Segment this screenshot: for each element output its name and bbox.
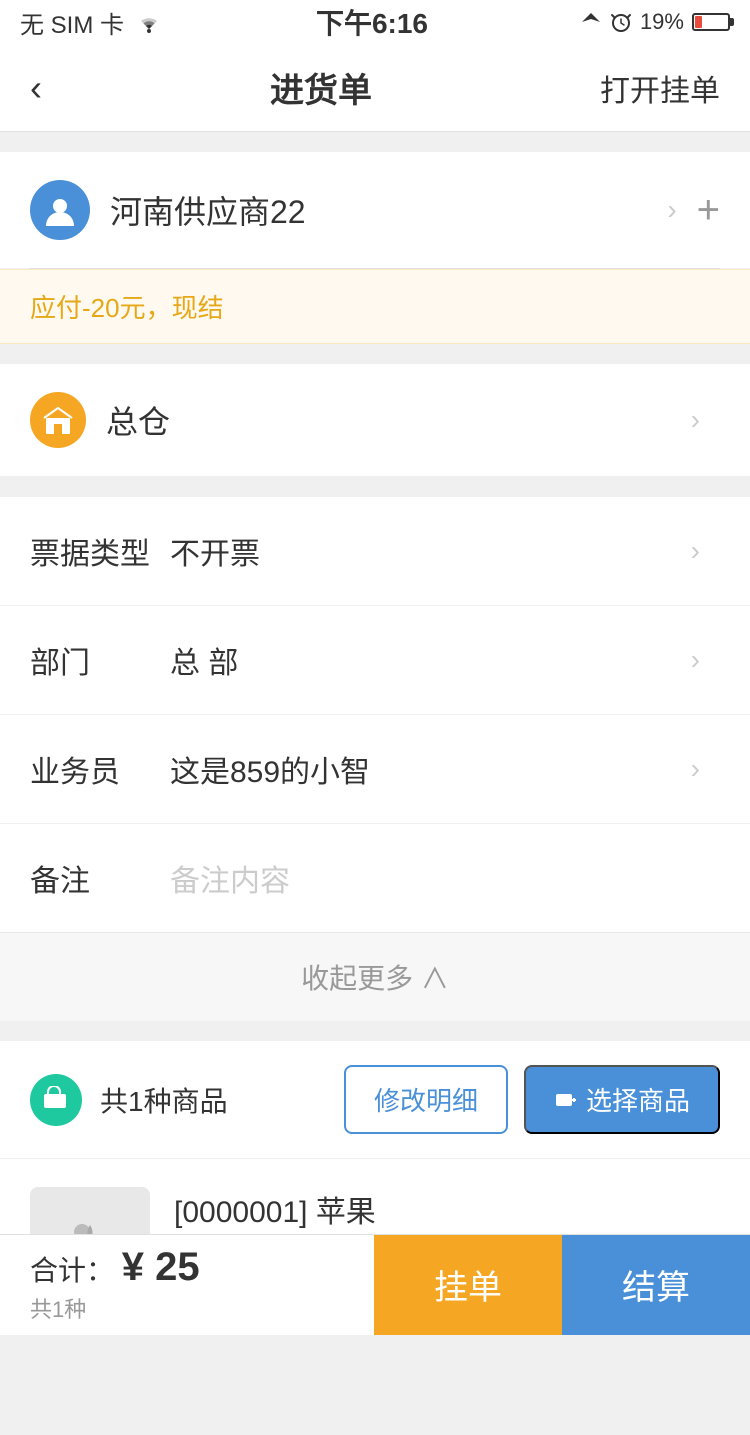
footer-summary: 合计： ¥ 25 共1种: [0, 1245, 374, 1324]
warehouse-name: 总仓: [106, 397, 691, 443]
gap-4: [0, 1021, 750, 1041]
total-count: 共1种: [30, 1292, 344, 1324]
alarm-icon: [610, 11, 632, 33]
battery-text: 19%: [640, 9, 684, 35]
remark-label: 备注: [30, 856, 170, 900]
salesperson-value: 这是859的小智: [170, 747, 691, 791]
gap-2: [0, 344, 750, 364]
warehouse-chevron-icon: ›: [691, 404, 700, 436]
location-icon: [580, 11, 602, 33]
supplier-row[interactable]: 河南供应商22 › +: [0, 152, 750, 268]
product-name: [0000001] 苹果: [174, 1187, 660, 1231]
nav-bar: ‹ 进货单 打开挂单: [0, 44, 750, 132]
salesperson-label: 业务员: [30, 747, 170, 791]
product-count-text: 共1种商品: [100, 1080, 344, 1120]
department-value: 总 部: [170, 638, 691, 682]
status-right: 19%: [580, 9, 730, 35]
page-title: 进货单: [270, 63, 372, 112]
warehouse-building-icon: [42, 404, 74, 436]
invoice-type-value: 不开票: [170, 529, 691, 573]
supplier-avatar-icon: [42, 192, 78, 228]
select-product-icon: [554, 1088, 578, 1112]
total-label: 合计：: [30, 1255, 114, 1286]
total-amount: ¥ 25: [122, 1245, 200, 1289]
department-row[interactable]: 部门 总 部 ›: [0, 605, 750, 714]
department-label: 部门: [30, 638, 170, 682]
salesperson-chevron-icon: ›: [691, 753, 700, 785]
product-title: 苹果: [316, 1196, 376, 1229]
gap-1: [0, 132, 750, 152]
status-time: 下午6:16: [316, 2, 428, 42]
select-product-button[interactable]: 选择商品: [524, 1065, 720, 1134]
warehouse-icon-circle: [30, 392, 86, 448]
modify-detail-button[interactable]: 修改明细: [344, 1065, 508, 1134]
collapse-button[interactable]: 收起更多 ∧: [0, 932, 750, 1021]
supplier-name: 河南供应商22: [110, 187, 667, 233]
remark-row[interactable]: 备注 备注内容: [0, 823, 750, 932]
invoice-chevron-icon: ›: [691, 535, 700, 567]
wifi-icon: [134, 11, 164, 33]
hold-button[interactable]: 挂单: [374, 1235, 562, 1335]
invoice-type-row[interactable]: 票据类型 不开票 ›: [0, 496, 750, 605]
product-code: [0000001]: [174, 1196, 307, 1229]
gap-3: [0, 476, 750, 496]
settle-button[interactable]: 结算: [562, 1235, 750, 1335]
supplier-avatar: [30, 180, 90, 240]
battery-icon: [692, 13, 730, 31]
product-header: 共1种商品 修改明细 选择商品: [0, 1041, 750, 1159]
salesperson-row[interactable]: 业务员 这是859的小智 ›: [0, 714, 750, 823]
invoice-type-label: 票据类型: [30, 529, 170, 573]
warehouse-row[interactable]: 总仓 ›: [0, 364, 750, 476]
open-hold-button[interactable]: 打开挂单: [600, 66, 720, 110]
product-count-icon: [30, 1074, 82, 1126]
cart-icon: [42, 1086, 70, 1114]
back-button[interactable]: ‹: [30, 67, 42, 109]
carrier-text: 无 SIM 卡: [20, 5, 124, 40]
footer: 合计： ¥ 25 共1种 挂单 结算: [0, 1234, 750, 1334]
status-bar: 无 SIM 卡 下午6:16 19%: [0, 0, 750, 44]
department-chevron-icon: ›: [691, 644, 700, 676]
supplier-chevron-icon: ›: [667, 194, 676, 226]
remark-input[interactable]: 备注内容: [170, 856, 720, 900]
add-supplier-button[interactable]: +: [697, 190, 720, 230]
status-left: 无 SIM 卡: [20, 5, 164, 40]
select-product-label: 选择商品: [586, 1081, 690, 1118]
notice-bar: 应付-20元，现结: [0, 269, 750, 344]
